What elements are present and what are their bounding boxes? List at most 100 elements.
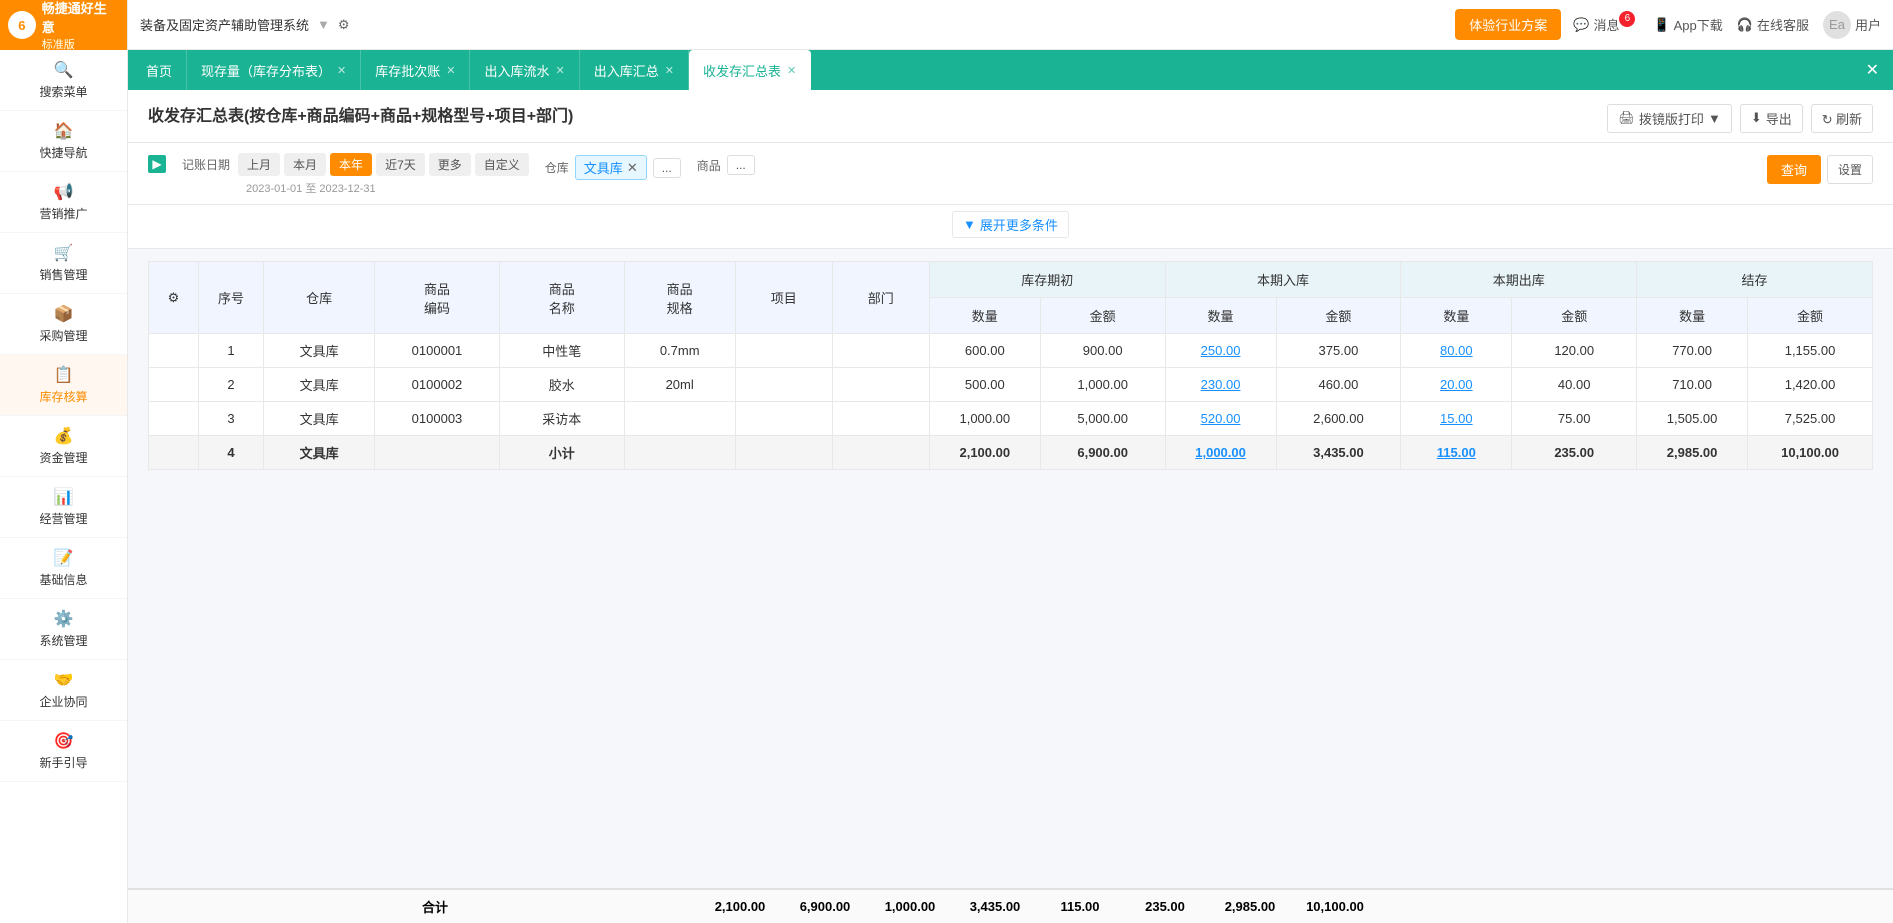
cell-link[interactable]: 250.00: [1201, 343, 1241, 358]
th-product-name: 商品名称: [499, 262, 624, 334]
table-cell: [735, 436, 832, 470]
date-this-month[interactable]: 本月: [284, 153, 326, 176]
sidebar-item-marketing[interactable]: 📢 营销推广: [0, 172, 127, 233]
expand-more-btn[interactable]: ▼ 展开更多条件: [952, 211, 1069, 238]
user-btn[interactable]: Ea 用户: [1823, 11, 1881, 39]
table-cell[interactable]: 15.00: [1401, 402, 1512, 436]
th-product-code: 商品编码: [375, 262, 500, 334]
message-btn[interactable]: 💬 消息 6: [1573, 15, 1639, 34]
sidebar-item-purchase[interactable]: 📦 采购管理: [0, 294, 127, 355]
table-cell: 770.00: [1637, 334, 1748, 368]
warehouse-more-btn[interactable]: ...: [653, 158, 681, 178]
sidebar-item-inventory[interactable]: 📋 库存核算: [0, 355, 127, 416]
table-cell[interactable]: 80.00: [1401, 334, 1512, 368]
table-cell[interactable]: 520.00: [1165, 402, 1276, 436]
tab-home[interactable]: 首页: [132, 50, 187, 90]
query-btn[interactable]: 查询: [1767, 155, 1821, 184]
cell-link[interactable]: 520.00: [1201, 411, 1241, 426]
cell-link[interactable]: 15.00: [1440, 411, 1473, 426]
sidebar-item-operation[interactable]: 📊 经营管理: [0, 477, 127, 538]
tab-close-batch-account[interactable]: ✕: [446, 64, 455, 77]
sidebar-item-basic[interactable]: 📝 基础信息: [0, 538, 127, 599]
tab-close-in-out-flow[interactable]: ✕: [556, 64, 565, 77]
export-btn[interactable]: ⬇ 导出: [1740, 104, 1803, 133]
table-cell: [624, 402, 735, 436]
operation-icon: 📊: [54, 487, 74, 507]
tab-inventory-dist[interactable]: 现存量（库存分布表） ✕: [187, 50, 361, 90]
cell-link[interactable]: 230.00: [1201, 377, 1241, 392]
table-cell: [735, 334, 832, 368]
table-cell: 3,435.00: [1276, 436, 1401, 470]
tab-close-recv-send-summary[interactable]: ✕: [787, 64, 796, 77]
refresh-btn[interactable]: ↻ 刷新: [1811, 104, 1873, 133]
tab-recv-send-summary[interactable]: 收发存汇总表 ✕: [689, 50, 811, 90]
print-btn[interactable]: 🖨 拨镜版打印 ▼: [1607, 104, 1731, 133]
phone-icon: 📱: [1653, 17, 1669, 33]
date-custom[interactable]: 自定义: [475, 153, 529, 176]
sidebar-item-system[interactable]: ⚙️ 系统管理: [0, 599, 127, 660]
tab-close-inventory-dist[interactable]: ✕: [337, 64, 346, 77]
product-more-btn[interactable]: ...: [727, 155, 755, 175]
table-cell: 235.00: [1512, 436, 1637, 470]
tab-in-out-flow[interactable]: 出入库流水 ✕: [470, 50, 579, 90]
sidebar-item-sales[interactable]: 🛒 销售管理: [0, 233, 127, 294]
cell-link[interactable]: 1,000.00: [1195, 445, 1246, 460]
th-balance-amt: 金额: [1748, 298, 1873, 334]
tab-close-in-out-summary[interactable]: ✕: [665, 64, 674, 77]
th-opening-amt: 金额: [1040, 298, 1165, 334]
table-cell[interactable]: 230.00: [1165, 368, 1276, 402]
date-buttons: 上月 本月 本年 近7天 更多 自定义: [238, 153, 529, 176]
close-all-tabs-btn[interactable]: ✕: [1856, 50, 1889, 90]
table-cell: 0100003: [375, 402, 500, 436]
inventory-icon: 📋: [54, 365, 74, 385]
cell-link[interactable]: 80.00: [1440, 343, 1473, 358]
table-cell: [832, 402, 929, 436]
cell-link[interactable]: 20.00: [1440, 377, 1473, 392]
arrow-toggle[interactable]: ▶: [148, 155, 166, 173]
table-cell[interactable]: 20.00: [1401, 368, 1512, 402]
gear-btn[interactable]: ⚙: [338, 17, 350, 33]
date-this-year[interactable]: 本年: [330, 153, 372, 176]
online-service-btn[interactable]: 🎧 在线客服: [1737, 15, 1809, 34]
table-cell: [375, 436, 500, 470]
experience-btn[interactable]: 体验行业方案: [1455, 9, 1561, 40]
app-download-btn[interactable]: 📱 App下载: [1653, 15, 1722, 34]
table-cell[interactable]: 115.00: [1401, 436, 1512, 470]
sidebar-nav: 🔍 搜索菜单 🏠 快捷导航 📢 营销推广 🛒 销售管理 📦 采购管理 📋 库存核…: [0, 50, 127, 923]
table-row: 2文具库0100002胶水20ml500.001,000.00230.00460…: [149, 368, 1873, 402]
chevron-down-icon: ▼: [1708, 111, 1721, 126]
tab-in-out-summary[interactable]: 出入库汇总 ✕: [580, 50, 689, 90]
tab-batch-account[interactable]: 库存批次账 ✕: [361, 50, 470, 90]
warehouse-tag-remove[interactable]: ✕: [627, 160, 638, 176]
sidebar-item-finance[interactable]: 💰 资金管理: [0, 416, 127, 477]
sidebar-item-enterprise[interactable]: 🤝 企业协同: [0, 660, 127, 721]
sidebar-item-search[interactable]: 🔍 搜索菜单: [0, 50, 127, 111]
table-row: 1文具库0100001中性笔0.7mm600.00900.00250.00375…: [149, 334, 1873, 368]
table-cell: 120.00: [1512, 334, 1637, 368]
table-cell: 75.00: [1512, 402, 1637, 436]
table-cell: 采访本: [499, 402, 624, 436]
table-cell: 1,420.00: [1748, 368, 1873, 402]
sidebar-item-quick-nav[interactable]: 🏠 快捷导航: [0, 111, 127, 172]
top-actions: 💬 消息 6 📱 App下载 🎧 在线客服 Ea 用户: [1573, 11, 1881, 39]
table-cell: 20ml: [624, 368, 735, 402]
date-last-month[interactable]: 上月: [238, 153, 280, 176]
th-opening-qty: 数量: [929, 298, 1040, 334]
cell-link[interactable]: 115.00: [1437, 445, 1476, 460]
table-cell: [832, 368, 929, 402]
home-icon: 🏠: [54, 121, 74, 141]
settings-action-btn[interactable]: 设置: [1827, 155, 1873, 184]
table-cell: 文具库: [264, 334, 375, 368]
table-cell: 2,985.00: [1637, 436, 1748, 470]
query-actions: 查询 设置: [1767, 155, 1873, 184]
date-more[interactable]: 更多: [429, 153, 471, 176]
table-cell: 2,600.00: [1276, 402, 1401, 436]
date-7days[interactable]: 近7天: [376, 153, 425, 176]
th-out-amt: 金额: [1512, 298, 1637, 334]
table-cell[interactable]: 250.00: [1165, 334, 1276, 368]
sidebar-item-guide[interactable]: 🎯 新手引导: [0, 721, 127, 782]
table-cell[interactable]: 1,000.00: [1165, 436, 1276, 470]
warehouse-filter: 仓库 文具库 ✕ ...: [545, 155, 681, 180]
row-no-cell: 2: [198, 368, 263, 402]
table-cell: 1,000.00: [1040, 368, 1165, 402]
